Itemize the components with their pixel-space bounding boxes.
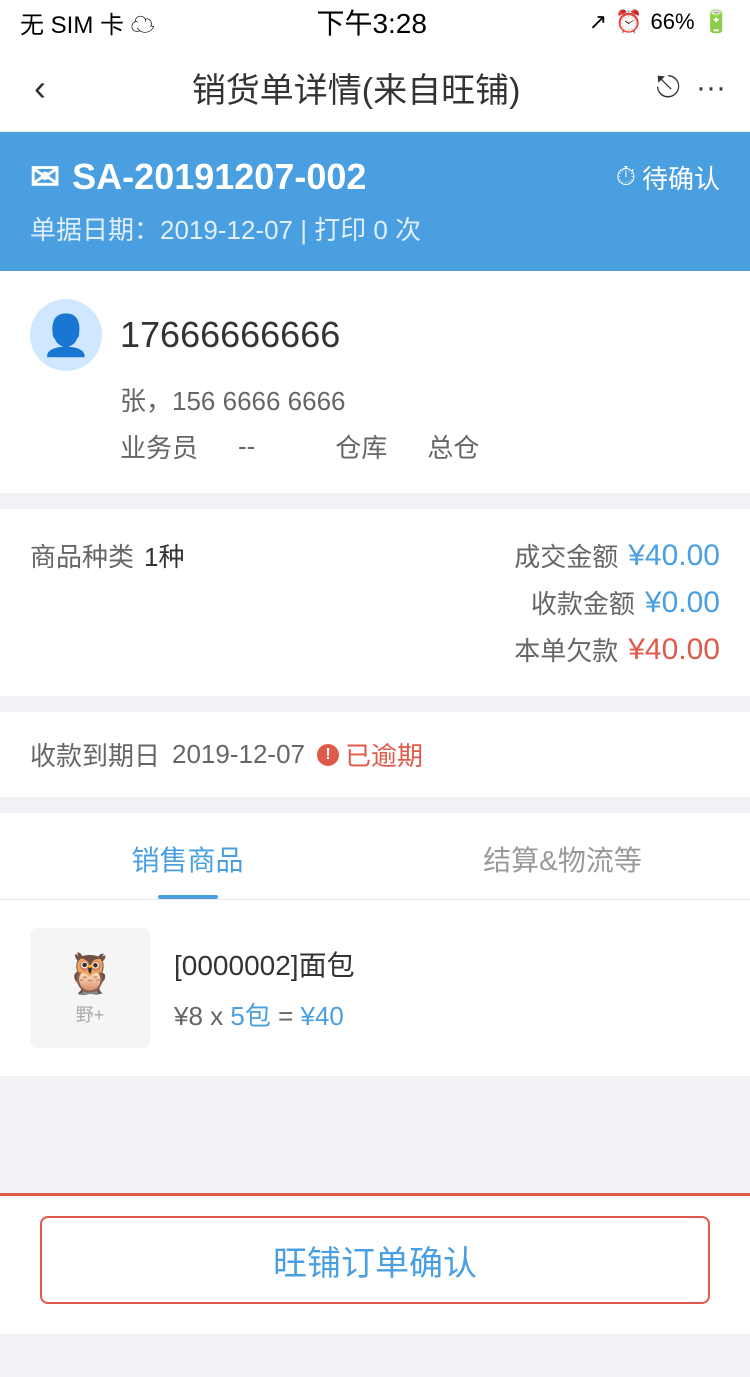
sim-status: 无 SIM 卡 ☁	[20, 5, 155, 40]
tab-settlement-label: 结算&物流等	[483, 845, 642, 876]
warehouse-label: 仓库	[335, 428, 387, 465]
overdue-badge: ! 已逾期	[317, 736, 423, 773]
customer-detail: 张，156 6666 6666	[30, 381, 720, 418]
product-type-label: 商品种类	[30, 537, 134, 574]
received-value: ¥0.00	[645, 586, 720, 620]
equals-text: =	[271, 1001, 301, 1031]
customer-row: 👤 17666666666	[30, 299, 720, 371]
person-icon: 👤	[41, 312, 91, 359]
customer-meta: 业务员 -- 仓库 总仓	[30, 428, 720, 465]
amounts-area: 成交金额 ¥40.00 收款金额 ¥0.00 本单欠款 ¥40.00	[514, 537, 720, 668]
arrears-row: 本单欠款 ¥40.00	[514, 631, 720, 668]
status-right: ↗ ⏰ 66% 🔋	[589, 9, 730, 35]
product-logo: 🦉 野+	[65, 950, 115, 1027]
salesperson-label: 业务员	[120, 428, 198, 465]
product-image: 🦉 野+	[30, 928, 150, 1048]
order-icon: ✉	[30, 156, 60, 198]
arrears-label: 本单欠款	[514, 631, 618, 668]
bottom-bar: 旺铺订单确认	[0, 1193, 750, 1334]
due-date-card: 收款到期日 2019-12-07 ! 已逾期	[0, 712, 750, 797]
order-date: 单据日期：2019-12-07 | 打印 0 次	[30, 210, 720, 247]
order-id-text: SA-20191207-002	[72, 156, 366, 198]
tab-sales-products[interactable]: 销售商品	[0, 813, 375, 899]
total-text: ¥40	[300, 1001, 343, 1031]
battery-icon: 🔋	[703, 9, 730, 35]
arrears-value: ¥40.00	[628, 633, 720, 667]
status-clock-icon: ⏱	[616, 161, 636, 193]
transaction-value: ¥40.00	[628, 539, 720, 573]
tab-settlement[interactable]: 结算&物流等	[375, 813, 750, 899]
transaction-row: 成交金额 ¥40.00	[514, 537, 720, 574]
product-item: 🦉 野+ [0000002]面包 ¥8 x 5包 = ¥40	[0, 900, 750, 1077]
nav-bar: ‹ 销货单详情(来自旺铺) ⎋ ···	[0, 44, 750, 132]
transaction-label: 成交金额	[514, 537, 618, 574]
due-date-label: 收款到期日	[30, 736, 160, 773]
warehouse-value: 总仓	[427, 428, 479, 465]
overdue-text: 已逾期	[345, 736, 423, 773]
salesperson-value: --	[238, 431, 255, 462]
page-title: 销货单详情(来自旺铺)	[56, 63, 656, 112]
customer-phone: 17666666666	[120, 314, 340, 356]
location-icon: ↗	[589, 9, 607, 35]
logo-text: 野+	[76, 1001, 105, 1027]
product-type-value: 1种	[144, 537, 184, 574]
more-button[interactable]: ···	[696, 71, 726, 105]
summary-row: 商品种类 1种 成交金额 ¥40.00 收款金额 ¥0.00 本单欠款 ¥40.…	[30, 537, 720, 668]
confirm-order-button[interactable]: 旺铺订单确认	[40, 1216, 710, 1304]
received-row: 收款金额 ¥0.00	[531, 584, 720, 621]
status-bar: 无 SIM 卡 ☁ 下午3:28 ↗ ⏰ 66% 🔋	[0, 0, 750, 44]
share-button[interactable]: ⎋	[656, 71, 680, 105]
due-date-value: 2019-12-07	[172, 739, 305, 770]
owl-icon: 🦉	[65, 950, 115, 997]
product-name: [0000002]面包	[174, 944, 720, 984]
product-type-area: 商品种类 1种	[30, 537, 184, 574]
customer-card: 👤 17666666666 张，156 6666 6666 业务员 -- 仓库 …	[0, 271, 750, 493]
order-status: ⏱ 待确认	[616, 159, 720, 196]
order-id-row: ✉ SA-20191207-002 ⏱ 待确认	[30, 156, 720, 198]
nav-actions: ⎋ ···	[656, 71, 726, 105]
status-text: 待确认	[642, 159, 720, 196]
overdue-icon: !	[317, 744, 339, 766]
status-left: 无 SIM 卡 ☁	[20, 5, 155, 40]
product-price: ¥8 x 5包 = ¥40	[174, 996, 720, 1033]
received-label: 收款金额	[531, 584, 635, 621]
status-time: 下午3:28	[316, 2, 427, 42]
product-info: [0000002]面包 ¥8 x 5包 = ¥40	[174, 944, 720, 1033]
tabs: 销售商品 结算&物流等	[0, 813, 750, 900]
product-list: 🦉 野+ [0000002]面包 ¥8 x 5包 = ¥40	[0, 900, 750, 1077]
avatar: 👤	[30, 299, 102, 371]
order-id: ✉ SA-20191207-002	[30, 156, 366, 198]
alarm-icon: ⏰	[615, 9, 642, 35]
summary-card: 商品种类 1种 成交金额 ¥40.00 收款金额 ¥0.00 本单欠款 ¥40.…	[0, 509, 750, 696]
order-header: ✉ SA-20191207-002 ⏱ 待确认 单据日期：2019-12-07 …	[0, 132, 750, 271]
back-button[interactable]: ‹	[24, 57, 56, 119]
quantity-text: 5包	[230, 1001, 270, 1031]
tab-sales-label: 销售商品	[131, 845, 243, 876]
price-text: ¥8 x	[174, 1001, 230, 1031]
battery-level: 66%	[651, 9, 695, 35]
